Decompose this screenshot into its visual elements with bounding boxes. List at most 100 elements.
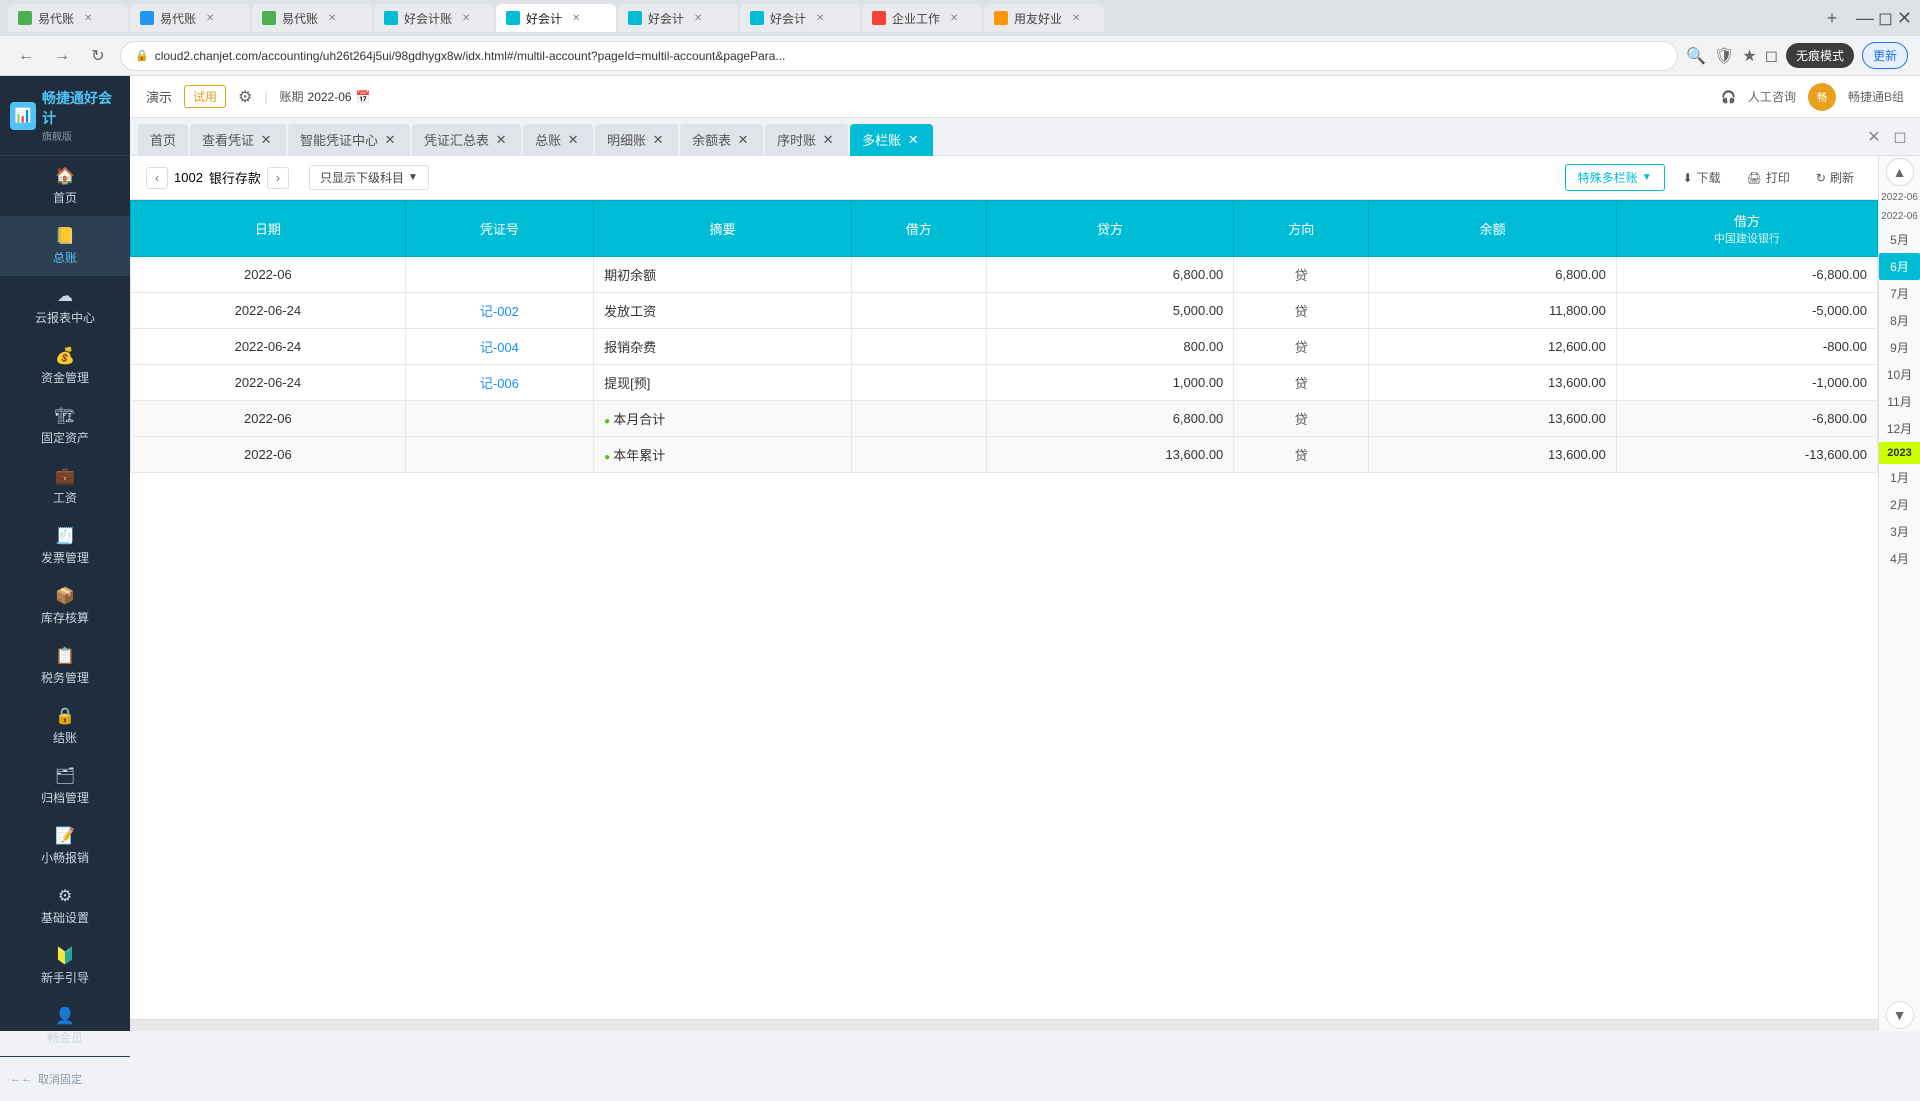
tab-close-icon[interactable]: ✕ — [816, 13, 824, 24]
back-button[interactable]: ← — [12, 42, 40, 70]
sidebar-item-home[interactable]: 🏠 首页 — [0, 156, 130, 216]
timeline-month-7月[interactable]: 7月 — [1879, 280, 1920, 307]
sidebar-item-inventory[interactable]: 📦 库存核算 — [0, 576, 130, 636]
timeline-month-2023-3月[interactable]: 3月 — [1879, 518, 1920, 545]
page-tab-detail-ledger[interactable]: 明细账✕ — [595, 124, 678, 156]
timeline-scroll-down[interactable]: ▼ — [1886, 1001, 1914, 1029]
browser-tab-7[interactable]: 好会计 ✕ — [740, 4, 860, 32]
voucher-link[interactable]: 记-006 — [480, 376, 519, 391]
page-tab-balance-sheet[interactable]: 余额表✕ — [680, 124, 763, 156]
refresh-button[interactable]: ↻ 刷新 — [1808, 165, 1862, 190]
timeline-scroll-up[interactable]: ▲ — [1886, 158, 1914, 186]
consult-label[interactable]: 人工咨询 — [1748, 88, 1796, 105]
sidebar-item-member[interactable]: 👤 畅会员 — [0, 996, 130, 1056]
tab-close-icon[interactable]: ✕ — [572, 13, 580, 24]
browser-tab-4[interactable]: 好会计账 ✕ — [374, 4, 494, 32]
sidebar-item-invoice-mgmt[interactable]: 🧾 发票管理 — [0, 516, 130, 576]
download-button[interactable]: ⬇ 下载 — [1675, 165, 1729, 190]
sidebar-item-cloud-report[interactable]: ☁ 云报表中心 — [0, 276, 130, 336]
page-tab-close-general-ledger[interactable]: ✕ — [565, 132, 581, 148]
voucher-link[interactable]: 记-002 — [480, 304, 519, 319]
timeline-month-5月[interactable]: 5月 — [1879, 226, 1920, 253]
star-icon[interactable]: ★ — [1742, 46, 1756, 66]
browser-tab-3[interactable]: 易代账 ✕ — [252, 4, 372, 32]
timeline-month-12月[interactable]: 12月 — [1879, 415, 1920, 442]
tab-close-icon[interactable]: ✕ — [328, 13, 336, 24]
cell-credit: 5,000.00 — [986, 293, 1234, 329]
unpin-button[interactable]: ←← 取消固定 — [10, 1067, 120, 1091]
sidebar-item-archive-mgmt[interactable]: 🗂 归档管理 — [0, 756, 130, 816]
browser-tab-1[interactable]: 易代账 ✕ — [8, 4, 128, 32]
page-tab-close-voucher-summary[interactable]: ✕ — [493, 132, 509, 148]
prev-subject-button[interactable]: ‹ — [146, 167, 168, 189]
horizontal-scrollbar[interactable] — [130, 1019, 1878, 1031]
close-tab-icon[interactable]: ✕ — [1862, 125, 1886, 149]
sidebar-label-basic-settings: 基础设置 — [41, 909, 89, 926]
calendar-icon[interactable]: 📅 — [356, 90, 371, 104]
sidebar-item-payroll[interactable]: 💼 工资 — [0, 456, 130, 516]
update-button[interactable]: 更新 — [1862, 42, 1908, 69]
timeline-month-2023-4月[interactable]: 4月 — [1879, 545, 1920, 572]
tab-label-balance-sheet: 余额表 — [692, 130, 731, 149]
page-tab-close-smart-voucher[interactable]: ✕ — [382, 132, 398, 148]
tab-close-icon[interactable]: ✕ — [84, 13, 92, 24]
multi-col-button[interactable]: 特殊多栏账 ▼ — [1565, 164, 1665, 191]
tab-close-icon[interactable]: ✕ — [206, 13, 214, 24]
minimize-icon[interactable]: — — [1856, 8, 1874, 29]
window-icon[interactable]: ◻ — [1765, 46, 1778, 66]
tab-close-icon[interactable]: ✕ — [462, 13, 470, 24]
page-tab-voucher-summary[interactable]: 凭证汇总表✕ — [412, 124, 521, 156]
settings-icon[interactable]: ⚙ — [238, 87, 252, 107]
refresh-button[interactable]: ↻ — [84, 42, 112, 70]
browser-tab-6[interactable]: 好会计 ✕ — [618, 4, 738, 32]
timeline-month-9月[interactable]: 9月 — [1879, 334, 1920, 361]
no-trace-button[interactable]: 无痕模式 — [1786, 43, 1854, 68]
page-tab-close-multi-col[interactable]: ✕ — [905, 132, 921, 148]
new-tab-button[interactable]: + — [1818, 4, 1846, 32]
tab-close-icon[interactable]: ✕ — [694, 13, 702, 24]
browser-tab-2[interactable]: 易代账 ✕ — [130, 4, 250, 32]
page-tab-general-ledger[interactable]: 总账✕ — [523, 124, 593, 156]
voucher-link[interactable]: 记-004 — [480, 340, 519, 355]
page-tab-voucher-view[interactable]: 查看凭证✕ — [190, 124, 286, 156]
sidebar-item-general-ledger[interactable]: 📒 总账 — [0, 216, 130, 276]
page-tab-journal[interactable]: 序时账✕ — [765, 124, 848, 156]
page-tab-close-journal[interactable]: ✕ — [820, 132, 836, 148]
sidebar-item-basic-settings[interactable]: ⚙ 基础设置 — [0, 876, 130, 936]
timeline-month-2023-2月[interactable]: 2月 — [1879, 491, 1920, 518]
timeline-month-10月[interactable]: 10月 — [1879, 361, 1920, 388]
browser-tab-8[interactable]: 企业工作 ✕ — [862, 4, 982, 32]
page-tab-close-balance-sheet[interactable]: ✕ — [735, 132, 751, 148]
page-tab-smart-voucher[interactable]: 智能凭证中心✕ — [288, 124, 410, 156]
address-bar[interactable]: 🔒 cloud2.chanjet.com/accounting/uh26t264… — [120, 41, 1678, 71]
shield-icon[interactable]: 🛡 — [1714, 46, 1734, 66]
restore-icon[interactable]: ◻ — [1878, 8, 1893, 29]
search-icon[interactable]: 🔍 — [1686, 46, 1706, 66]
sidebar-item-close-accounts[interactable]: 🔒 结账 — [0, 696, 130, 756]
next-subject-button[interactable]: › — [267, 167, 289, 189]
close-window-icon[interactable]: ✕ — [1897, 8, 1912, 29]
sidebar-item-tax-mgmt[interactable]: 📋 税务管理 — [0, 636, 130, 696]
print-button[interactable]: 🖨 打印 — [1739, 165, 1798, 190]
sidebar-item-new-guide[interactable]: 🔰 新手引导 — [0, 936, 130, 996]
sidebar-item-expense-report[interactable]: 📝 小畅报销 — [0, 816, 130, 876]
timeline-month-11月[interactable]: 11月 — [1879, 388, 1920, 415]
forward-button[interactable]: → — [48, 42, 76, 70]
filter-button[interactable]: 只显示下级科目 ▼ — [309, 165, 429, 190]
page-tab-close-detail-ledger[interactable]: ✕ — [650, 132, 666, 148]
sidebar-item-fund-mgmt[interactable]: 💰 资金管理 — [0, 336, 130, 396]
page-tab-home[interactable]: 首页 — [138, 124, 188, 156]
timeline-month-8月[interactable]: 8月 — [1879, 307, 1920, 334]
tab-close-icon[interactable]: ✕ — [1072, 13, 1080, 24]
sidebar-label-fund-mgmt: 资金管理 — [41, 369, 89, 386]
page-tab-close-voucher-view[interactable]: ✕ — [258, 132, 274, 148]
timeline-month-2023-1月[interactable]: 1月 — [1879, 464, 1920, 491]
timeline-month-6月[interactable]: 6月 — [1879, 253, 1920, 280]
browser-tab-9[interactable]: 用友好业 ✕ — [984, 4, 1104, 32]
sidebar-item-fixed-assets[interactable]: 🏗 固定资产 — [0, 396, 130, 456]
tab-close-icon[interactable]: ✕ — [950, 13, 958, 24]
browser-tab-5[interactable]: 好会计 ✕ — [496, 4, 616, 32]
expand-icon[interactable]: ◻ — [1888, 125, 1912, 149]
page-tab-multi-col[interactable]: 多栏账✕ — [850, 124, 933, 156]
timeline-year-2023: 2023 — [1879, 442, 1920, 464]
